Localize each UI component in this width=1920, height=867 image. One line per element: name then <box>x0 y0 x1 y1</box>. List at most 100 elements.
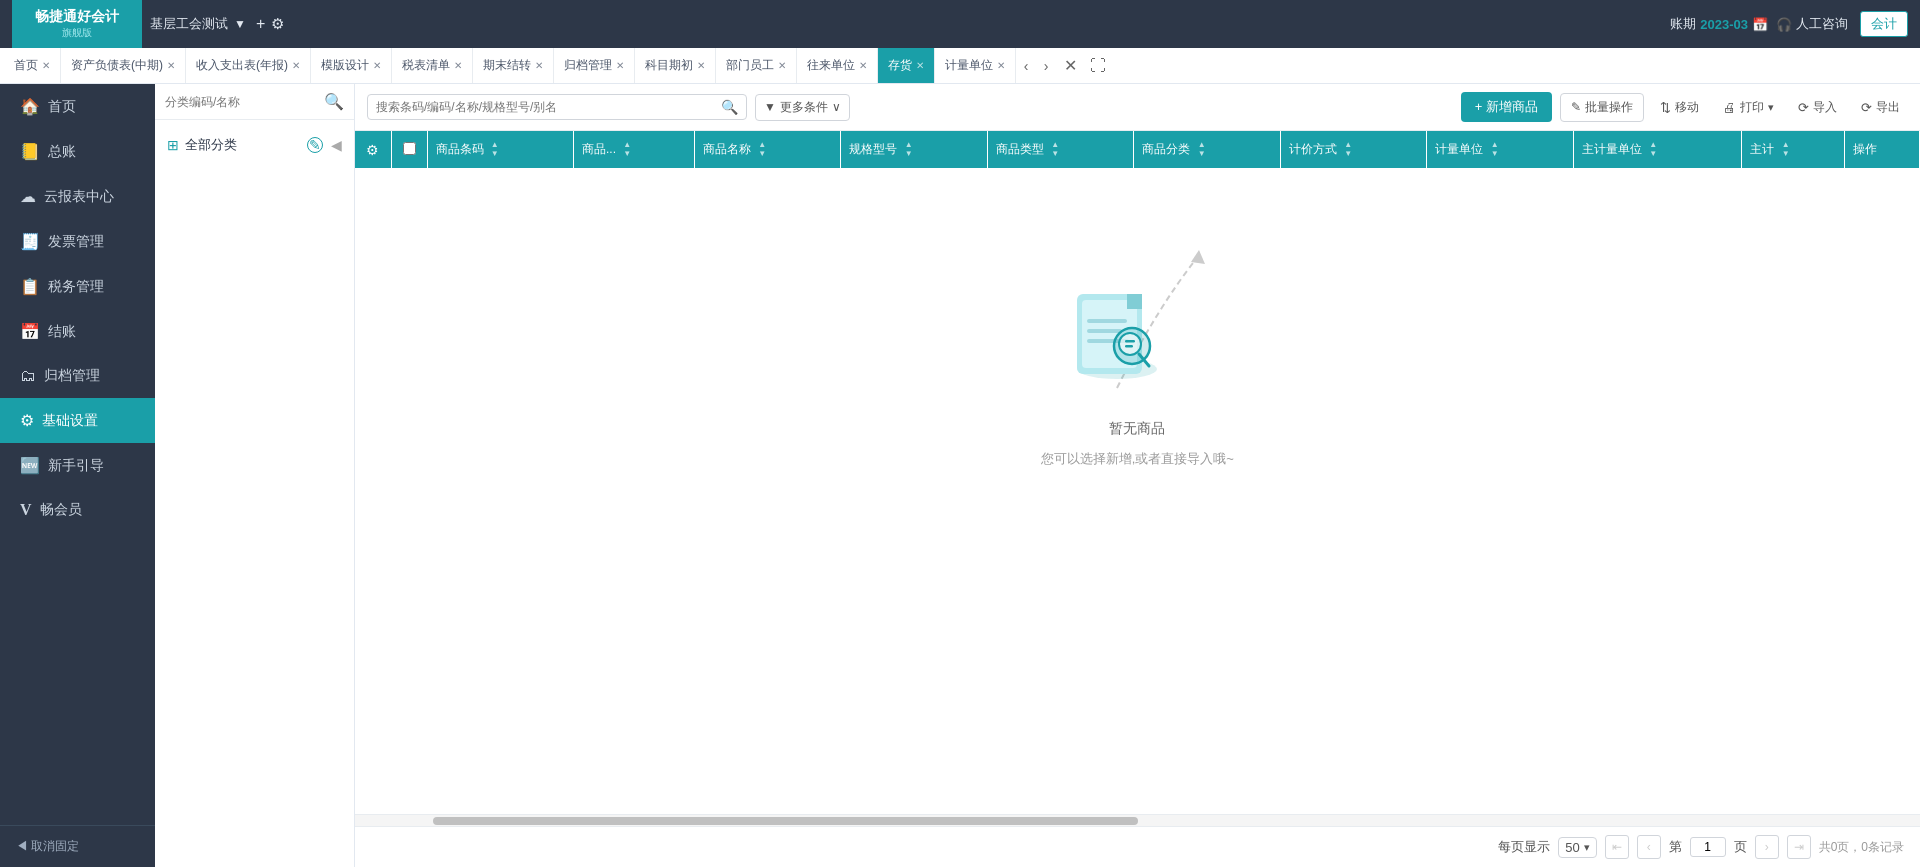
tab-nav-next[interactable]: › <box>1036 48 1056 84</box>
scrollbar-thumb[interactable] <box>433 817 1137 825</box>
tab-archive[interactable]: 归档管理 ✕ <box>554 48 635 84</box>
sidebar-item-ledger[interactable]: 📒 总账 <box>0 129 155 174</box>
per-page-select-wrapper[interactable]: 50 ▾ <box>1558 837 1596 858</box>
right-content: 🔍 ▼ 更多条件 ∨ + 新增商品 ✎ 批量操作 ⇅ 移动 <box>355 84 1920 867</box>
print-button[interactable]: 🖨 打印 ▾ <box>1715 94 1782 121</box>
sidebar-item-archive[interactable]: 🗂 归档管理 <box>0 354 155 398</box>
col-check[interactable] <box>391 131 427 168</box>
sort-spec[interactable]: ▲▼ <box>905 141 913 158</box>
select-all-checkbox[interactable] <box>403 142 416 155</box>
tab-close-tax[interactable]: ✕ <box>454 60 462 71</box>
tab-subject-init[interactable]: 科目期初 ✕ <box>635 48 716 84</box>
page-number-input[interactable] <box>1690 837 1726 857</box>
tree-item-all[interactable]: ⊞ 全部分类 ✎ ◀ <box>155 128 354 162</box>
tab-tax[interactable]: 税表清单 ✕ <box>392 48 473 84</box>
table-settings-icon[interactable]: ⚙ <box>366 142 379 158</box>
add-product-button[interactable]: + 新增商品 <box>1461 92 1552 122</box>
tab-close-balance[interactable]: ✕ <box>167 60 175 71</box>
account-button[interactable]: 会计 <box>1860 11 1908 37</box>
tab-period-close[interactable]: 期末结转 ✕ <box>473 48 554 84</box>
sidebar-item-tax[interactable]: 📋 税务管理 <box>0 264 155 309</box>
main-layout: 🏠 首页 📒 总账 ☁ 云报表中心 🧾 发票管理 📋 税务管理 📅 结账 <box>0 84 1920 867</box>
period-area: 账期 2023-03 📅 <box>1670 15 1768 33</box>
calendar-icon[interactable]: 📅 <box>1752 17 1768 32</box>
tab-contacts[interactable]: 往来单位 ✕ <box>797 48 878 84</box>
svg-rect-12 <box>1125 345 1133 348</box>
tab-close-home[interactable]: ✕ <box>42 60 50 71</box>
tab-home[interactable]: 首页 ✕ <box>4 48 61 84</box>
horizontal-scrollbar[interactable] <box>355 814 1920 826</box>
export-button[interactable]: ⟳ 导出 <box>1853 94 1908 121</box>
sort-pricing[interactable]: ▲▼ <box>1344 141 1352 158</box>
product-search-box[interactable]: 🔍 <box>367 94 747 120</box>
tax-icon: 📋 <box>20 277 40 296</box>
tab-close-unit[interactable]: ✕ <box>997 60 1005 71</box>
settings-icon: ⚙ <box>20 411 34 430</box>
tab-close-archive[interactable]: ✕ <box>616 60 624 71</box>
sidebar-item-home[interactable]: 🏠 首页 <box>0 84 155 129</box>
sort-main-unit[interactable]: ▲▼ <box>1649 141 1657 158</box>
sidebar-item-member[interactable]: V 畅会员 <box>0 488 155 532</box>
tab-income[interactable]: 收入支出表(年报) ✕ <box>186 48 311 84</box>
consult-button[interactable]: 🎧 人工咨询 <box>1776 15 1848 33</box>
page-prev-button[interactable]: ‹ <box>1637 835 1661 859</box>
tab-dept-staff[interactable]: 部门员工 ✕ <box>716 48 797 84</box>
search-icon[interactable]: 🔍 <box>324 92 344 111</box>
tab-close-template[interactable]: ✕ <box>373 60 381 71</box>
sort-unit[interactable]: ▲▼ <box>1491 141 1499 158</box>
tab-close-dept-staff[interactable]: ✕ <box>778 60 786 71</box>
empty-illustration <box>1037 228 1237 408</box>
tab-expand-button[interactable]: ⛶ <box>1084 48 1112 84</box>
per-page-chevron-icon[interactable]: ▾ <box>1584 841 1590 854</box>
search-icon[interactable]: 🔍 <box>721 99 738 115</box>
sidebar-item-reports[interactable]: ☁ 云报表中心 <box>0 174 155 219</box>
page-first-button[interactable]: ⇤ <box>1605 835 1629 859</box>
sort-barcode[interactable]: ▲▼ <box>491 141 499 158</box>
sort-code[interactable]: ▲▼ <box>623 141 631 158</box>
add-icon[interactable]: + <box>256 15 265 33</box>
tab-nav-prev[interactable]: ‹ <box>1016 48 1036 84</box>
move-button[interactable]: ⇅ 移动 <box>1652 94 1707 121</box>
tab-close-contacts[interactable]: ✕ <box>859 60 867 71</box>
sidebar-item-label: 结账 <box>48 323 76 341</box>
svg-marker-0 <box>1191 250 1205 264</box>
sort-name[interactable]: ▲▼ <box>758 141 766 158</box>
tab-inventory[interactable]: 存货 ✕ <box>878 48 935 84</box>
filter-button[interactable]: ▼ 更多条件 ∨ <box>755 94 850 121</box>
chevron-down-icon[interactable]: ▼ <box>234 17 246 31</box>
sidebar-item-settings[interactable]: ⚙ 基础设置 <box>0 398 155 443</box>
sort-main[interactable]: ▲▼ <box>1782 141 1790 158</box>
tab-close-inventory[interactable]: ✕ <box>916 60 924 71</box>
tab-template[interactable]: 模版设计 ✕ <box>311 48 392 84</box>
per-page-label: 每页显示 <box>1498 838 1550 856</box>
sort-category[interactable]: ▲▼ <box>1198 141 1206 158</box>
tab-unit[interactable]: 计量单位 ✕ <box>935 48 1016 84</box>
edit-category-icon[interactable]: ✎ <box>307 137 323 153</box>
sidebar-item-invoice[interactable]: 🧾 发票管理 <box>0 219 155 264</box>
col-main: 主计 ▲▼ <box>1742 131 1845 168</box>
batch-operation-button[interactable]: ✎ 批量操作 <box>1560 93 1644 122</box>
period-value: 2023-03 <box>1700 17 1748 32</box>
product-search-input[interactable] <box>376 100 715 114</box>
sidebar-item-label: 畅会员 <box>40 501 82 519</box>
collapse-panel-icon[interactable]: ◀ <box>331 137 342 153</box>
page-last-button[interactable]: ⇥ <box>1787 835 1811 859</box>
category-search-input[interactable] <box>165 95 318 109</box>
sidebar-unpin-button[interactable]: ◀ 取消固定 <box>0 825 155 867</box>
import-button[interactable]: ⟳ 导入 <box>1790 94 1845 121</box>
sidebar-item-closing[interactable]: 📅 结账 <box>0 309 155 354</box>
home-icon: 🏠 <box>20 97 40 116</box>
tab-close-all-button[interactable]: ✕ <box>1056 48 1084 84</box>
settings-icon[interactable]: ⚙ <box>271 15 284 33</box>
sort-type[interactable]: ▲▼ <box>1051 141 1059 158</box>
page-next-button[interactable]: › <box>1755 835 1779 859</box>
tab-balance[interactable]: 资产负债表(中期) ✕ <box>61 48 186 84</box>
col-settings[interactable]: ⚙ <box>355 131 391 168</box>
sidebar-item-guide[interactable]: 🆕 新手引导 <box>0 443 155 488</box>
tab-close-income[interactable]: ✕ <box>292 60 300 71</box>
col-type: 商品类型 ▲▼ <box>987 131 1134 168</box>
tab-close-period-close[interactable]: ✕ <box>535 60 543 71</box>
company-selector[interactable]: 基层工会测试 ▼ + ⚙ <box>150 15 1662 33</box>
tab-label: 往来单位 <box>807 57 855 74</box>
tab-close-subject-init[interactable]: ✕ <box>697 60 705 71</box>
